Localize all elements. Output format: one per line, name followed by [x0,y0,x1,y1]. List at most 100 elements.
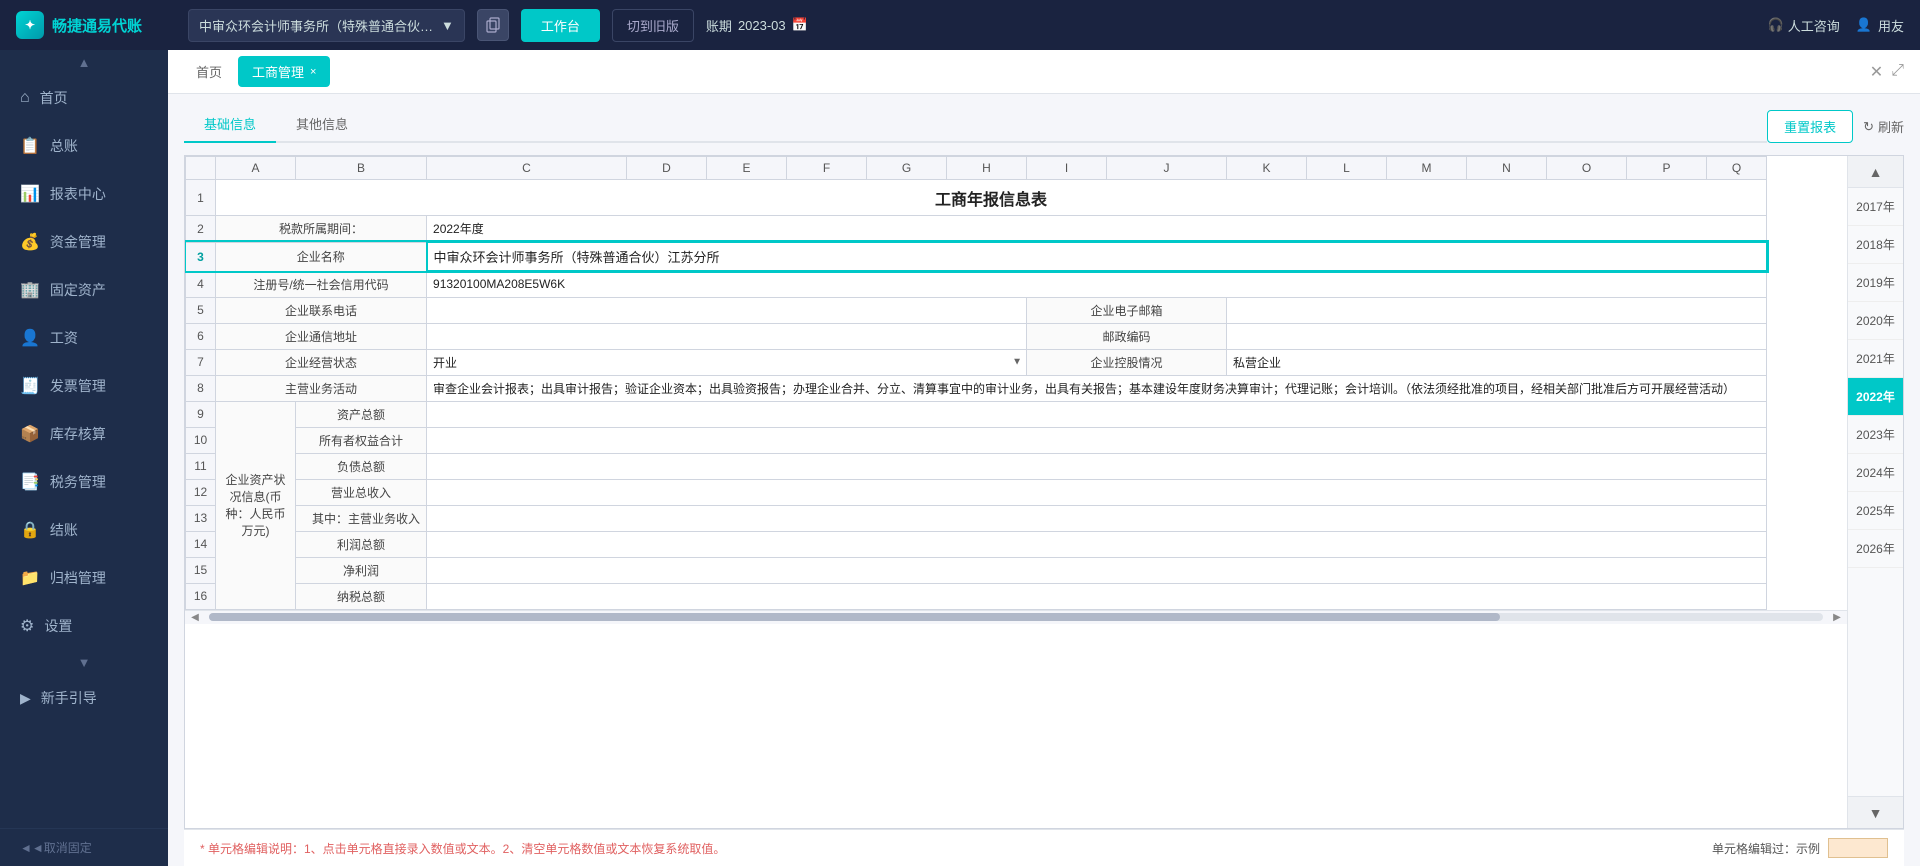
row7-value[interactable]: 开业 [427,349,1027,375]
row-num-12: 12 [186,479,216,505]
sub-tab-basic[interactable]: 基础信息 [184,106,276,143]
tab-close-button[interactable]: × [310,66,316,78]
sidebar-item-inventory[interactable]: 📦 库存核算 [0,410,168,458]
row14-value[interactable] [427,531,1767,557]
row2-value[interactable]: 2022年度 [427,216,1767,243]
year-item-2024[interactable]: 2024年 [1848,454,1903,492]
headset-icon: 🎧 [1768,17,1784,33]
row11-value[interactable] [427,453,1767,479]
sidebar-item-report[interactable]: 📊 报表中心 [0,170,168,218]
sidebar-item-settings[interactable]: ⚙ 设置 [0,602,168,650]
sidebar-scroll-up[interactable]: ▲ [0,50,168,74]
row13-value[interactable] [427,505,1767,531]
row-num-9: 9 [186,401,216,427]
year-item-2025[interactable]: 2025年 [1848,492,1903,530]
row-num-11: 11 [186,453,216,479]
row7-right-value[interactable]: 私营企业 [1227,349,1767,375]
col-header-H: H [947,157,1027,180]
row15-label: 净利润 [296,557,427,583]
chevron-down-icon: ▼ [441,18,454,33]
inventory-icon: 📦 [20,424,40,444]
settings-icon: ⚙ [20,616,34,636]
sidebar-item-asset[interactable]: 🏢 固定资产 [0,266,168,314]
sidebar-item-guide-label: 新手引导 [41,688,97,708]
year-nav-down[interactable]: ▼ [1848,796,1903,828]
workbench-button[interactable]: 工作台 [521,9,600,42]
reset-report-button[interactable]: 重置报表 [1767,110,1853,143]
row-num-6: 6 [186,323,216,349]
sidebar-item-asset-label: 固定资产 [50,280,106,300]
row-num-2: 2 [186,216,216,243]
year-item-2023[interactable]: 2023年 [1848,416,1903,454]
close-panel-icon[interactable]: ✕ [1870,62,1883,82]
year-item-2021[interactable]: 2021年 [1848,340,1903,378]
row5-right-value[interactable] [1227,297,1767,323]
company-selector[interactable]: 中审众环会计师事务所（特殊普通合伙… ▼ [188,9,465,42]
sidebar-item-invoice-label: 发票管理 [50,376,106,396]
sidebar-scroll-down[interactable]: ▼ [0,650,168,674]
row4-value[interactable]: 91320100MA208E5W6K [427,271,1767,297]
row3-value[interactable]: 中审众环会计师事务所（特殊普通合伙）江苏分所 [427,242,1767,271]
table-row-13: 13 其中：主营业务收入 [186,505,1767,531]
sidebar-item-tax[interactable]: 📑 税务管理 [0,458,168,506]
year-item-2022[interactable]: 2022年 [1848,378,1903,416]
year-item-2017[interactable]: 2017年 [1848,188,1903,226]
tab-home[interactable]: 首页 [184,62,234,81]
row6-right-value[interactable] [1227,323,1767,349]
row9-value[interactable] [427,401,1767,427]
row5-value[interactable] [427,297,1027,323]
table-row-4: 4 注册号/统一社会信用代码 91320100MA208E5W6K [186,271,1767,297]
scroll-left-button[interactable]: ◀ [185,611,205,624]
scroll-track[interactable] [209,613,1823,621]
col-header-M: M [1387,157,1467,180]
calendar-icon[interactable]: 📅 [792,17,808,33]
row16-value[interactable] [427,583,1767,609]
row16-label: 纳税总额 [296,583,427,609]
row2-label: 税款所属期间： [216,216,427,243]
spreadsheet-title[interactable]: 工商年报信息表 [216,180,1767,216]
tab-active[interactable]: 工商管理 × [238,56,330,87]
table-row-11: 11 负债总额 [186,453,1767,479]
sub-tab-other[interactable]: 其他信息 [276,106,368,143]
copy-button[interactable] [477,9,509,41]
user-area[interactable]: 👤 用友 [1856,16,1904,35]
unpin-button[interactable]: ◄◄取消固定 [0,828,168,866]
sidebar-item-archive[interactable]: 📁 归档管理 [0,554,168,602]
sidebar-item-ledger[interactable]: 📋 总账 [0,122,168,170]
old-version-button[interactable]: 切到旧版 [612,9,694,42]
sidebar-item-invoice[interactable]: 🧾 发票管理 [0,362,168,410]
year-nav-up[interactable]: ▲ [1848,156,1903,188]
row12-value[interactable] [427,479,1767,505]
year-item-2019[interactable]: 2019年 [1848,264,1903,302]
edit-hint: * 单元格编辑说明：1、点击单元格直接录入数值或文本。2、清空单元格数值或文本恢… [200,840,725,857]
year-sidebar: ▲ 2017年 2018年 2019年 2020年 2021年 2022年 20… [1847,156,1903,828]
period-label: 账期 [706,16,732,35]
sidebar-item-close[interactable]: 🔒 结账 [0,506,168,554]
year-item-2020[interactable]: 2020年 [1848,302,1903,340]
row6-value[interactable] [427,323,1027,349]
row8-value[interactable]: 审查企业会计报表；出具审计报告；验证企业资本；出具验资报告；办理企业合并、分立、… [427,375,1767,401]
year-item-2026[interactable]: 2026年 [1848,530,1903,568]
scroll-right-button[interactable]: ▶ [1827,611,1847,624]
sidebar-item-salary[interactable]: 👤 工资 [0,314,168,362]
sidebar-item-guide[interactable]: ▶ 新手引导 [0,674,168,722]
sidebar-item-fund-label: 资金管理 [50,232,106,252]
sidebar-item-home[interactable]: ⌂ 首页 [0,74,168,122]
refresh-button[interactable]: ↻ 刷新 [1863,117,1904,136]
table-row-6: 6 企业通信地址 邮政编码 [186,323,1767,349]
header-right: 🎧 人工咨询 👤 用友 [1768,16,1904,35]
logo-text: 畅捷通易代账 [52,15,142,36]
consult-button[interactable]: 🎧 人工咨询 [1768,16,1840,35]
year-item-2018[interactable]: 2018年 [1848,226,1903,264]
spreadsheet-main[interactable]: A B C D E F G H I J K L [185,156,1847,828]
col-header-I: I [1027,157,1107,180]
sidebar: ▲ ⌂ 首页 📋 总账 📊 报表中心 💰 资金管理 🏢 固定资产 👤 工资 🧾 … [0,50,168,866]
horizontal-scrollbar[interactable]: ◀ ▶ [185,610,1847,624]
sidebar-item-fund[interactable]: 💰 资金管理 [0,218,168,266]
table-row-3: 3 企业名称 中审众环会计师事务所（特殊普通合伙）江苏分所 [186,242,1767,271]
col-header-D: D [627,157,707,180]
row15-value[interactable] [427,557,1767,583]
row10-value[interactable] [427,427,1767,453]
expand-icon[interactable]: ⤢ [1891,62,1904,82]
tab-bar: 首页 工商管理 × ✕ ⤢ [168,50,1920,94]
